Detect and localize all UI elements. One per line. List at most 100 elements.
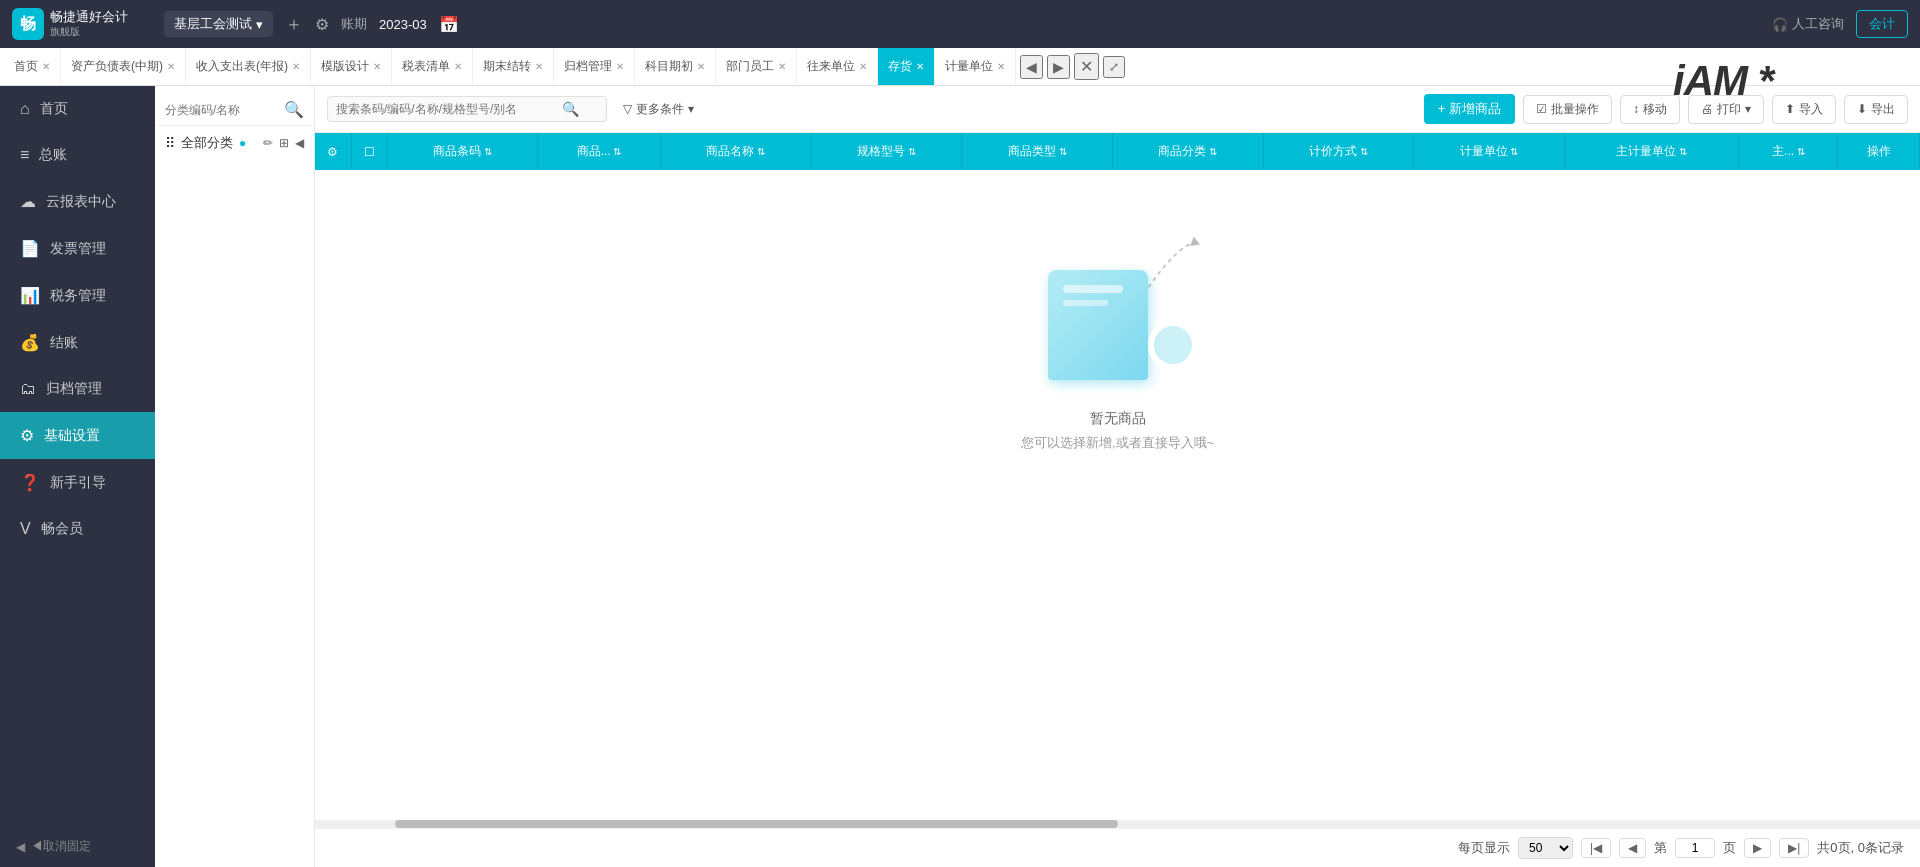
category-search-bar[interactable]: 🔍 [155,94,314,126]
scroll-thumb[interactable] [395,820,1117,828]
right-data-panel: 🔍 ▽ 更多条件 ▾ + 新增商品 ☑ 批量操作 ↕ [315,86,1920,867]
sidebar-item-ledger[interactable]: ≡ 总账 [0,132,155,178]
sidebar-item-settings[interactable]: ⚙ 基础设置 [0,412,155,459]
tab-balance-sheet[interactable]: 资产负债表(中期) ✕ [61,48,186,86]
th-settings[interactable]: ⚙ [315,133,351,170]
collapse-panel-icon[interactable]: ◀ [295,136,304,150]
th-unit[interactable]: 计量单位 [1414,133,1565,170]
close-tab-home-icon[interactable]: ✕ [42,61,50,72]
archive-icon: 🗂 [20,380,36,398]
sidebar-item-invoice[interactable]: 📄 发票管理 [0,225,155,272]
close-tab-dept-icon[interactable]: ✕ [778,61,786,72]
th-name[interactable]: 商品名称 [661,133,812,170]
category-search-icon[interactable]: 🔍 [284,100,304,119]
category-search-input[interactable] [165,103,278,117]
current-page-input[interactable] [1675,838,1715,858]
help-label: 人工咨询 [1792,15,1844,33]
close-tab-balance-icon[interactable]: ✕ [167,61,175,72]
tab-template-label: 模版设计 [321,58,369,75]
content-inner: 🔍 ⠿ 全部分类 ● ✏ ⊞ ◀ [155,86,1920,867]
tabs-prev-button[interactable]: ◀ [1020,55,1043,79]
sidebar-settings-label: 基础设置 [44,427,100,445]
settings-icon[interactable]: ⚙ [315,15,329,34]
app-title: 畅捷通好会计 [50,9,128,25]
next-page-button[interactable]: ▶ [1744,838,1771,858]
sidebar-item-member[interactable]: V 畅会员 [0,506,155,552]
sidebar-unpin-button[interactable]: ◀ ◀取消固定 [0,826,155,867]
th-pricing[interactable]: 计价方式 [1263,133,1414,170]
tab-income[interactable]: 收入支出表(年报) ✕ [186,48,311,86]
tab-archive-label: 归档管理 [564,58,612,75]
import-button[interactable]: ⬆ 导入 [1772,95,1836,124]
tab-unit[interactable]: 计量单位 ✕ [935,48,1016,86]
close-tab-income-icon[interactable]: ✕ [292,61,300,72]
close-tab-inventory-icon[interactable]: ✕ [916,61,924,72]
horizontal-scrollbar[interactable] [315,820,1920,828]
first-page-button[interactable]: |◀ [1581,838,1611,858]
close-tab-contacts-icon[interactable]: ✕ [859,61,867,72]
tab-dept[interactable]: 部门员工 ✕ [716,48,797,86]
export-button[interactable]: ⬇ 导出 [1844,95,1908,124]
close-tab-unit-icon[interactable]: ✕ [997,61,1005,72]
ledger-icon: ≡ [20,146,29,164]
home-icon: ⌂ [20,100,30,118]
sidebar-item-tax[interactable]: 📊 税务管理 [0,272,155,319]
th-checkbox[interactable]: ☐ [351,133,387,170]
page-size-select[interactable]: 50 100 200 [1518,837,1573,859]
account-button[interactable]: 会计 [1856,10,1908,38]
tabs-close-all-button[interactable]: ✕ [1074,53,1099,80]
th-type[interactable]: 商品类型 [962,133,1113,170]
sidebar-home-label: 首页 [40,100,68,118]
sidebar-item-close[interactable]: 💰 结账 [0,319,155,366]
th-spec[interactable]: 规格型号 [811,133,962,170]
help-button[interactable]: 🎧 人工咨询 [1772,15,1844,33]
close-tab-period-icon[interactable]: ✕ [535,61,543,72]
prev-page-button[interactable]: ◀ [1619,838,1646,858]
add-product-button[interactable]: + 新增商品 [1424,94,1515,124]
tabs-next-button[interactable]: ▶ [1047,55,1070,79]
sidebar-item-guide[interactable]: ❓ 新手引导 [0,459,155,506]
tab-home[interactable]: 首页 ✕ [4,48,61,86]
tab-contacts[interactable]: 往来单位 ✕ [797,48,878,86]
product-search-input[interactable] [336,102,556,116]
tab-period-close[interactable]: 期末结转 ✕ [473,48,554,86]
dropdown-arrow-icon: ▾ [256,17,263,32]
all-category-label[interactable]: 全部分类 [181,134,233,152]
th-code[interactable]: 商品... [538,133,661,170]
product-search-bar[interactable]: 🔍 [327,96,607,122]
category-header: ⠿ 全部分类 ● ✏ ⊞ ◀ [155,126,314,160]
sidebar-item-archive[interactable]: 🗂 归档管理 [0,366,155,412]
th-barcode[interactable]: 商品条码 [387,133,538,170]
tab-archive[interactable]: 归档管理 ✕ [554,48,635,86]
calendar-icon[interactable]: 📅 [439,15,459,34]
close-tab-template-icon[interactable]: ✕ [373,61,381,72]
more-filter-button[interactable]: ▽ 更多条件 ▾ [615,97,702,122]
sidebar-guide-label: 新手引导 [50,474,106,492]
tabs-expand-button[interactable]: ⤢ [1103,56,1125,78]
tab-tax[interactable]: 税表清单 ✕ [392,48,473,86]
company-selector[interactable]: 基层工会测试 ▾ [164,11,273,37]
th-main-unit[interactable]: 主计量单位 [1564,133,1739,170]
th-category[interactable]: 商品分类 [1112,133,1263,170]
pagination-bar: 每页显示 50 100 200 |◀ ◀ 第 页 ▶ ▶| 共0页, 0条记录 [315,828,1920,867]
expand-category-icon[interactable]: ⊞ [279,136,289,150]
close-tab-subject-icon[interactable]: ✕ [697,61,705,72]
batch-operation-button[interactable]: ☑ 批量操作 [1523,95,1612,124]
sidebar-item-home[interactable]: ⌂ 首页 [0,86,155,132]
tab-inventory[interactable]: 存货 ✕ [878,48,935,86]
add-tab-button[interactable]: ＋ [285,12,303,36]
last-page-button[interactable]: ▶| [1779,838,1809,858]
product-search-icon[interactable]: 🔍 [562,101,579,117]
close-tab-archive-icon[interactable]: ✕ [616,61,624,72]
sidebar-item-cloud[interactable]: ☁ 云报表中心 [0,178,155,225]
tabs-bar: 首页 ✕ 资产负债表(中期) ✕ 收入支出表(年报) ✕ 模版设计 ✕ 税表清单… [0,48,1920,86]
empty-desc: 您可以选择新增,或者直接导入哦~ [1021,434,1214,452]
th-col3[interactable]: 主... [1739,133,1838,170]
move-button[interactable]: ↕ 移动 [1620,95,1680,124]
tab-template[interactable]: 模版设计 ✕ [311,48,392,86]
close-tab-tax-icon[interactable]: ✕ [454,61,462,72]
settings-sidebar-icon: ⚙ [20,426,34,445]
edit-category-icon[interactable]: ✏ [263,136,273,150]
batch-label: 批量操作 [1551,101,1599,118]
tab-subject[interactable]: 科目期初 ✕ [635,48,716,86]
